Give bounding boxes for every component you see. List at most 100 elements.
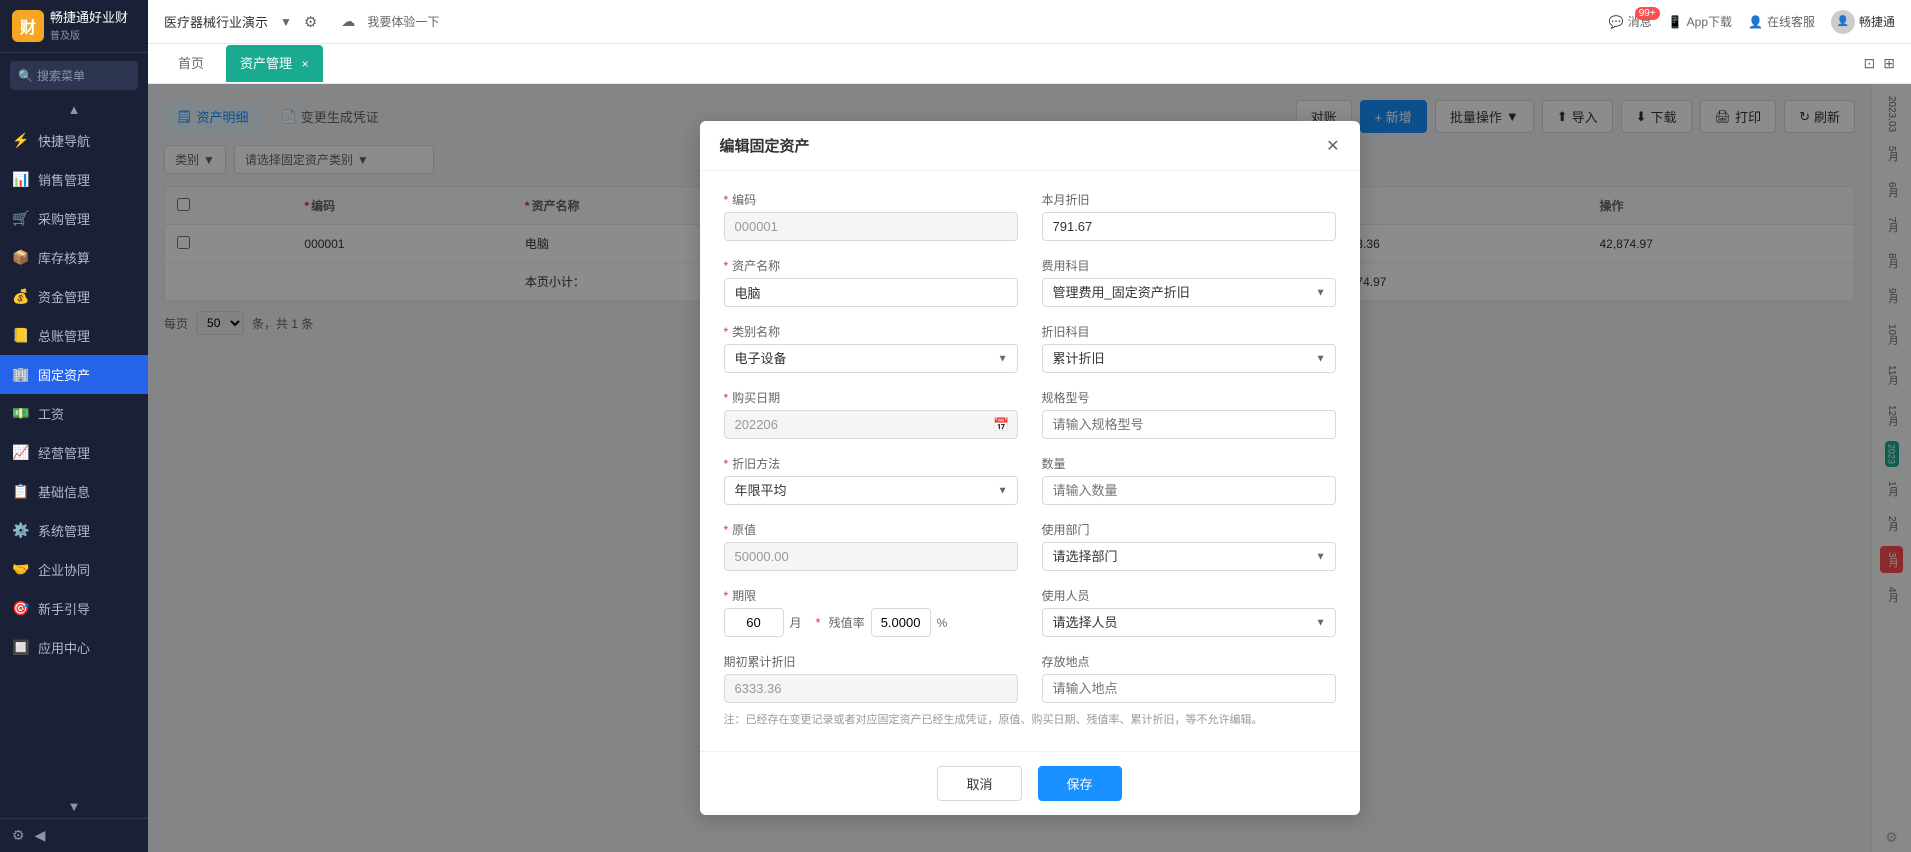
dep-subject-label: 折旧科目: [1042, 323, 1336, 340]
quantity-label: 数量: [1042, 455, 1336, 472]
tab-home[interactable]: 首页: [164, 45, 218, 82]
tab-close-icon[interactable]: ×: [302, 57, 309, 71]
spec-model-input[interactable]: [1042, 410, 1336, 439]
chevron-down-icon[interactable]: ▼: [280, 15, 292, 29]
search-menu-label: 搜索菜单: [37, 67, 85, 84]
dep-subject-select[interactable]: 累计折旧: [1042, 344, 1336, 373]
save-button[interactable]: 保存: [1038, 766, 1122, 801]
purchase-date-input[interactable]: [724, 410, 1018, 439]
form-row-original-value: * 原值: [724, 521, 1018, 571]
message-button[interactable]: 💬 消息 99+: [1609, 13, 1652, 30]
tab-restore-button[interactable]: ⊡: [1864, 55, 1876, 72]
app-download-button[interactable]: 📱 App下载: [1668, 13, 1732, 30]
tabbar: 首页 资产管理 × ⊡ ⊞: [148, 44, 1911, 84]
sidebar-item-quick-nav[interactable]: ⚡ 快捷导航: [0, 121, 148, 160]
storage-input[interactable]: [1042, 674, 1336, 703]
period-input[interactable]: [724, 608, 784, 637]
sidebar-item-ledger[interactable]: 📒 总账管理: [0, 316, 148, 355]
online-service-label: 在线客服: [1767, 13, 1815, 30]
person-select[interactable]: 请选择人员: [1042, 608, 1336, 637]
sidebar-item-finance[interactable]: 💰 资金管理: [0, 277, 148, 316]
sidebar-item-label: 销售管理: [38, 170, 90, 189]
storage-label: 存放地点: [1042, 653, 1336, 670]
person-label: 使用人员: [1042, 587, 1336, 604]
monthly-dep-input[interactable]: [1042, 212, 1336, 241]
app-edition: 普及版: [50, 27, 128, 42]
system-icon: ⚙️: [12, 522, 30, 540]
company-name: 医疗器械行业演示: [164, 12, 268, 31]
form-row-period-residual: * 期限 月 * 残值率 %: [724, 587, 1018, 637]
settings-bottom-icon[interactable]: ⚙: [12, 827, 25, 844]
tab-asset-management[interactable]: 资产管理 ×: [226, 45, 323, 82]
sidebar-item-guide[interactable]: 🎯 新手引导: [0, 589, 148, 628]
form-row-initial-dep: 期初累计折旧: [724, 653, 1018, 703]
sidebar-item-sales[interactable]: 📊 销售管理: [0, 160, 148, 199]
monthly-dep-label: 本月折旧: [1042, 191, 1336, 208]
residual-rate-unit: %: [937, 616, 948, 630]
initial-dep-input[interactable]: [724, 674, 1018, 703]
quantity-input[interactable]: [1042, 476, 1336, 505]
tab-expand-button[interactable]: ⊞: [1883, 55, 1895, 72]
sidebar-item-collab[interactable]: 🤝 企业协同: [0, 550, 148, 589]
tab-asset-label: 资产管理: [240, 56, 292, 71]
user-menu-button[interactable]: 👤 畅捷通: [1831, 10, 1895, 34]
sidebar-item-purchase[interactable]: 🛒 采购管理: [0, 199, 148, 238]
sales-icon: 📊: [12, 171, 30, 189]
sidebar-item-inventory[interactable]: 📦 库存核算: [0, 238, 148, 277]
dep-method-label: * 折旧方法: [724, 455, 1018, 472]
topbar: 医疗器械行业演示 ▼ ⚙ ☁ 我要体验一下 💬 消息 99+ 📱 App下载 👤…: [148, 0, 1911, 44]
form-row-dep-subject: 折旧科目 累计折旧: [1042, 323, 1336, 373]
sidebar-item-payroll[interactable]: 💵 工资: [0, 394, 148, 433]
sidebar-item-fixed-assets[interactable]: 🏢 固定资产: [0, 355, 148, 394]
sidebar-scroll-down[interactable]: ▼: [0, 795, 148, 818]
sidebar-item-base-info[interactable]: 📋 基础信息: [0, 472, 148, 511]
sidebar-item-label: 固定资产: [38, 365, 90, 384]
expense-subject-select[interactable]: 管理费用_固定资产折旧: [1042, 278, 1336, 307]
form-row-person: 使用人员 请选择人员: [1042, 587, 1336, 637]
initial-dep-label: 期初累计折旧: [724, 653, 1018, 670]
cancel-button[interactable]: 取消: [937, 766, 1021, 801]
experience-text[interactable]: 我要体验一下: [367, 13, 439, 30]
sidebar-item-label: 应用中心: [38, 638, 90, 657]
department-select[interactable]: 请选择部门: [1042, 542, 1336, 571]
online-service-button[interactable]: 👤 在线客服: [1748, 13, 1815, 30]
sidebar-item-operations[interactable]: 📈 经营管理: [0, 433, 148, 472]
sidebar-item-label: 资金管理: [38, 287, 90, 306]
form-row-quantity: 数量: [1042, 455, 1336, 505]
sidebar-item-label: 采购管理: [38, 209, 90, 228]
sidebar-bottom: ⚙ ◀: [0, 818, 148, 852]
code-input[interactable]: [724, 212, 1018, 241]
form-row-dep-method: * 折旧方法 年限平均: [724, 455, 1018, 505]
dep-method-select[interactable]: 年限平均: [724, 476, 1018, 505]
dep-method-select-wrap: 年限平均: [724, 476, 1018, 505]
cloud-icon: ☁: [341, 13, 355, 30]
category-select[interactable]: 电子设备: [724, 344, 1018, 373]
sidebar-item-label: 工资: [38, 404, 64, 423]
sidebar-item-label: 总账管理: [38, 326, 90, 345]
code-label: * 编码: [724, 191, 1018, 208]
dialog-close-button[interactable]: ✕: [1326, 136, 1339, 156]
app-logo-icon: 财: [12, 10, 44, 42]
expense-subject-select-wrap: 管理费用_固定资产折旧: [1042, 278, 1336, 307]
collapse-sidebar-icon[interactable]: ◀: [35, 827, 46, 844]
form-row-department: 使用部门 请选择部门: [1042, 521, 1336, 571]
sidebar-item-system[interactable]: ⚙️ 系统管理: [0, 511, 148, 550]
search-menu-button[interactable]: 🔍 搜索菜单: [10, 61, 138, 90]
sidebar: 财 畅捷通好业财 普及版 🔍 搜索菜单 ▲ ⚡ 快捷导航 📊 销售管理 🛒 采购…: [0, 0, 148, 852]
sidebar-search-area: 🔍 搜索菜单: [0, 53, 148, 98]
settings-icon[interactable]: ⚙: [304, 13, 317, 31]
form-row-asset-name: * 资产名称: [724, 257, 1018, 307]
original-value-input[interactable]: [724, 542, 1018, 571]
operations-icon: 📈: [12, 444, 30, 462]
modal-overlay: 编辑固定资产 ✕ * 编码: [148, 84, 1911, 852]
period-residual-row: 月 * 残值率 %: [724, 608, 1018, 637]
base-info-icon: 📋: [12, 483, 30, 501]
sidebar-scroll-up[interactable]: ▲: [0, 98, 148, 121]
form-row-expense-subject: 费用科目 管理费用_固定资产折旧: [1042, 257, 1336, 307]
asset-name-input[interactable]: [724, 278, 1018, 307]
inventory-icon: 📦: [12, 249, 30, 267]
sidebar-logo: 财 畅捷通好业财 普及版: [0, 0, 148, 53]
sidebar-item-app-center[interactable]: 🔲 应用中心: [0, 628, 148, 667]
residual-rate-input[interactable]: [871, 608, 931, 637]
collab-icon: 🤝: [12, 561, 30, 579]
